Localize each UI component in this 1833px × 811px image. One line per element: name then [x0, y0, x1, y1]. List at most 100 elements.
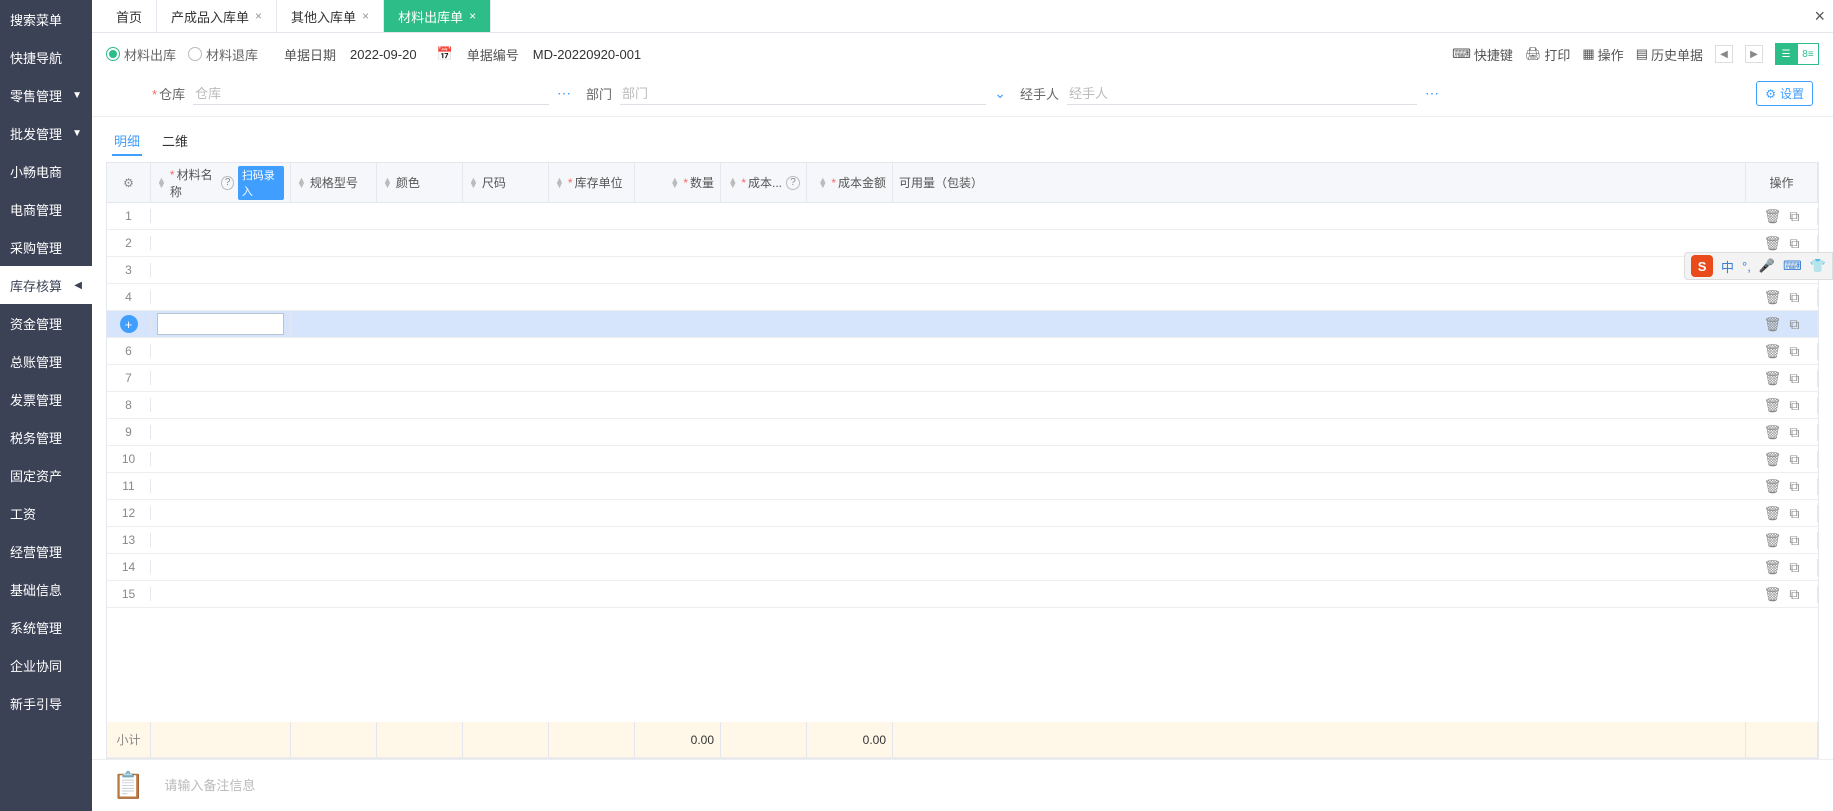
col-spec[interactable]: ▲▼规格型号 — [291, 163, 377, 202]
col-color[interactable]: ▲▼颜色 — [377, 163, 463, 202]
delete-row-icon[interactable]: 🗑 — [1764, 451, 1782, 468]
copy-row-icon[interactable]: ⧉ — [1789, 532, 1799, 549]
side-invoice[interactable]: 发票管理 — [0, 380, 92, 418]
close-icon[interactable]: × — [362, 9, 369, 23]
col-cost[interactable]: ▲▼成本...? — [721, 163, 807, 202]
help-icon[interactable]: ? — [786, 176, 800, 190]
ime-toolbar[interactable]: S 中 °, 🎤 ⌨ 👕 — [1684, 252, 1833, 280]
copy-row-icon[interactable]: ⧉ — [1789, 370, 1799, 387]
ime-mic-icon[interactable]: 🎤 — [1759, 258, 1775, 274]
help-icon[interactable]: ? — [221, 176, 233, 190]
delete-row-icon[interactable]: 🗑 — [1764, 505, 1782, 522]
side-ecom-mgmt[interactable]: 电商管理 — [0, 190, 92, 228]
side-system[interactable]: 系统管理 — [0, 608, 92, 646]
side-purchase[interactable]: 采购管理 — [0, 228, 92, 266]
copy-row-icon[interactable]: ⧉ — [1789, 478, 1799, 495]
side-tax[interactable]: 税务管理 — [0, 418, 92, 456]
col-amount[interactable]: ▲▼成本金额 — [807, 163, 893, 202]
col-available[interactable]: 可用量（包装） — [893, 163, 1746, 202]
delete-row-icon[interactable]: 🗑 — [1764, 397, 1782, 414]
ime-punct-icon[interactable]: °, — [1742, 259, 1751, 274]
delete-row-icon[interactable]: 🗑 — [1764, 559, 1782, 576]
ime-lang-button[interactable]: 中 — [1721, 257, 1734, 276]
delete-row-icon[interactable]: 🗑 — [1764, 235, 1782, 252]
table-row[interactable]: 15🗑⧉ — [107, 581, 1818, 608]
subtab-2d[interactable]: 二维 — [160, 127, 190, 156]
add-row-button[interactable]: + — [120, 315, 138, 333]
subtab-detail[interactable]: 明细 — [112, 127, 142, 156]
col-material-name[interactable]: ▲▼材料名称?扫码录入 — [151, 163, 291, 202]
copy-row-icon[interactable]: ⧉ — [1789, 343, 1799, 360]
close-icon[interactable]: × — [469, 9, 476, 23]
delete-row-icon[interactable]: 🗑 — [1764, 343, 1782, 360]
print-button[interactable]: 🖨打印 — [1525, 45, 1571, 64]
table-row[interactable]: 8🗑⧉ — [107, 392, 1818, 419]
delete-row-icon[interactable]: 🗑 — [1764, 478, 1782, 495]
radio-material-return[interactable]: 材料退库 — [188, 45, 258, 64]
table-row[interactable]: 13🗑⧉ — [107, 527, 1818, 554]
scan-input-tag[interactable]: 扫码录入 — [238, 166, 284, 200]
side-retail[interactable]: 零售管理▼ — [0, 76, 92, 114]
copy-row-icon[interactable]: ⧉ — [1789, 424, 1799, 441]
tab-material-out[interactable]: 材料出库单× — [384, 0, 491, 32]
settings-button[interactable]: ⚙设置 — [1756, 81, 1813, 106]
tab-home[interactable]: 首页 — [102, 0, 157, 32]
close-icon[interactable]: × — [255, 9, 262, 23]
handler-input[interactable] — [1067, 83, 1417, 105]
delete-row-icon[interactable]: 🗑 — [1764, 316, 1782, 333]
table-row[interactable]: 12🗑⧉ — [107, 500, 1818, 527]
tab-other-in[interactable]: 其他入库单× — [277, 0, 384, 32]
table-row[interactable]: 9🗑⧉ — [107, 419, 1818, 446]
radio-material-out[interactable]: 材料出库 — [106, 45, 176, 64]
side-salary[interactable]: 工资 — [0, 494, 92, 532]
side-fixed-assets[interactable]: 固定资产 — [0, 456, 92, 494]
table-row[interactable]: 10🗑⧉ — [107, 446, 1818, 473]
delete-row-icon[interactable]: 🗑 — [1764, 424, 1782, 441]
side-wholesale[interactable]: 批发管理▼ — [0, 114, 92, 152]
side-newbie[interactable]: 新手引导 — [0, 684, 92, 722]
side-quick-nav[interactable]: 快捷导航 — [0, 38, 92, 76]
next-doc-button[interactable]: ▶ — [1745, 45, 1763, 63]
side-ledger[interactable]: 总账管理 — [0, 342, 92, 380]
table-row[interactable]: 1🗑⧉ — [107, 203, 1818, 230]
ime-keyboard-icon[interactable]: ⌨ — [1783, 258, 1802, 274]
side-inventory[interactable]: 库存核算◀ — [0, 266, 92, 304]
copy-row-icon[interactable]: ⧉ — [1789, 208, 1799, 225]
copy-row-icon[interactable]: ⧉ — [1789, 559, 1799, 576]
side-funds[interactable]: 资金管理 — [0, 304, 92, 342]
chevron-down-icon[interactable]: ⌄ — [994, 85, 1006, 102]
warehouse-lookup-icon[interactable]: ⋯ — [557, 85, 572, 102]
side-ecom-xc[interactable]: 小畅电商 — [0, 152, 92, 190]
table-row[interactable]: + 🗑 ⧉ — [107, 311, 1818, 338]
dept-input[interactable] — [620, 83, 986, 105]
copy-row-icon[interactable]: ⧉ — [1789, 289, 1799, 306]
col-unit[interactable]: ▲▼库存单位 — [549, 163, 635, 202]
copy-row-icon[interactable]: ⧉ — [1789, 235, 1799, 252]
delete-row-icon[interactable]: 🗑 — [1764, 289, 1782, 306]
operate-button[interactable]: ▦操作 — [1582, 45, 1623, 64]
calendar-icon[interactable]: 📅 — [437, 46, 453, 62]
note-input[interactable] — [164, 778, 1813, 793]
side-biz-mgmt[interactable]: 经营管理 — [0, 532, 92, 570]
delete-row-icon[interactable]: 🗑 — [1764, 370, 1782, 387]
cell-name[interactable] — [151, 313, 291, 335]
tab-finished-in[interactable]: 产成品入库单× — [157, 0, 277, 32]
copy-row-icon[interactable]: ⧉ — [1789, 505, 1799, 522]
table-row[interactable]: 14🗑⧉ — [107, 554, 1818, 581]
header-gear[interactable]: ⚙ — [107, 163, 151, 202]
delete-row-icon[interactable]: 🗑 — [1764, 532, 1782, 549]
delete-row-icon[interactable]: 🗑 — [1764, 586, 1782, 603]
copy-row-icon[interactable]: ⧉ — [1789, 586, 1799, 603]
table-row[interactable]: 4🗑⧉ — [107, 284, 1818, 311]
copy-row-icon[interactable]: ⧉ — [1789, 316, 1799, 333]
side-basic-info[interactable]: 基础信息 — [0, 570, 92, 608]
warehouse-input[interactable] — [193, 83, 549, 105]
table-row[interactable]: 7🗑⧉ — [107, 365, 1818, 392]
ime-skin-icon[interactable]: 👕 — [1810, 258, 1826, 274]
table-row[interactable]: 3🗑⧉ — [107, 257, 1818, 284]
table-row[interactable]: 6🗑⧉ — [107, 338, 1818, 365]
prev-doc-button[interactable]: ◀ — [1715, 45, 1733, 63]
material-name-input[interactable] — [157, 313, 284, 335]
side-collab[interactable]: 企业协同 — [0, 646, 92, 684]
col-size[interactable]: ▲▼尺码 — [463, 163, 549, 202]
